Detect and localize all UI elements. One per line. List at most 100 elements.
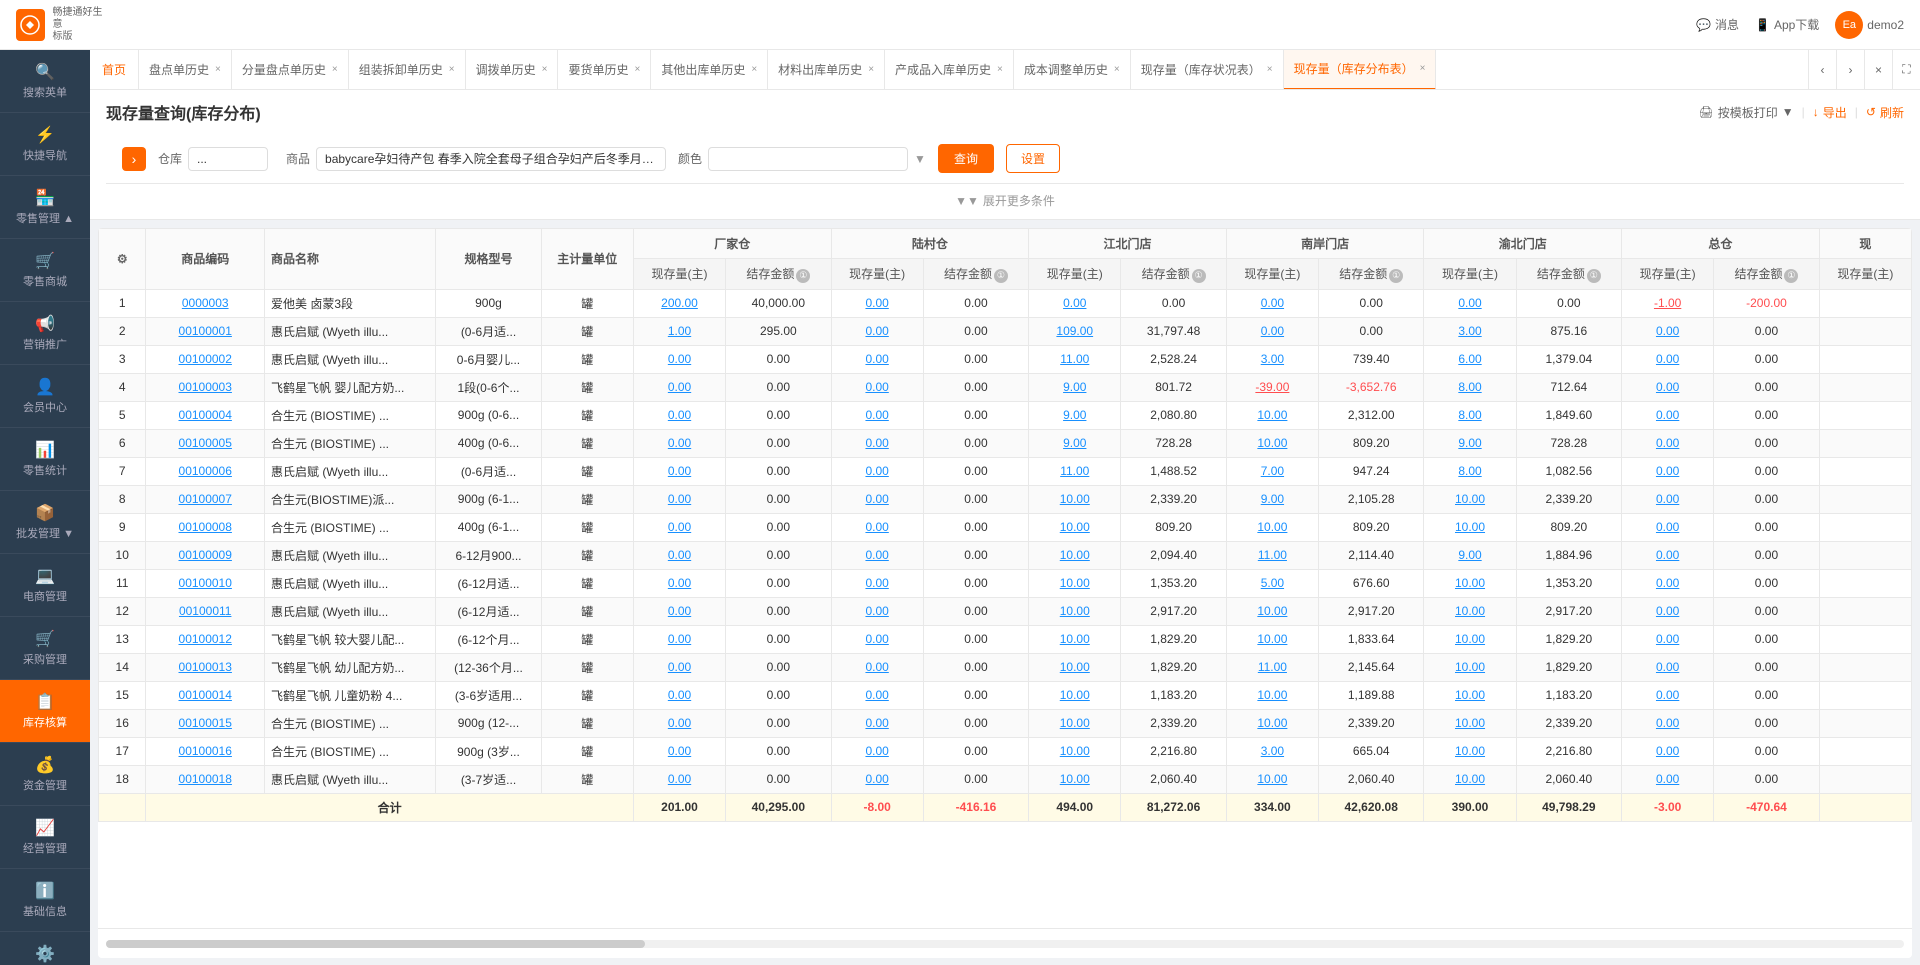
cell-zc-qty[interactable]: 0.00 <box>1622 485 1714 513</box>
tab-close-icon[interactable]: × <box>542 64 548 75</box>
cell-code[interactable]: 00100018 <box>146 765 265 793</box>
cell-yb-qty[interactable]: 9.00 <box>1424 429 1516 457</box>
color-dropdown-icon[interactable]: ▼ <box>914 152 926 166</box>
cell-na-qty[interactable]: 10.00 <box>1226 765 1318 793</box>
cell-lc-qty[interactable]: 0.00 <box>831 597 923 625</box>
cell-na-qty[interactable]: 3.00 <box>1226 345 1318 373</box>
cell-jb-qty[interactable]: 10.00 <box>1029 485 1121 513</box>
cell-fj-qty[interactable]: 1.00 <box>633 317 725 345</box>
cell-yb-qty[interactable]: 10.00 <box>1424 625 1516 653</box>
cell-yb-qty[interactable]: 9.00 <box>1424 541 1516 569</box>
tab-partial-count[interactable]: 分量盘点单历史 × <box>232 50 349 90</box>
cell-jb-qty[interactable]: 9.00 <box>1029 401 1121 429</box>
messages-btn[interactable]: 💬 消息 <box>1696 16 1739 33</box>
cell-jb-qty[interactable]: 10.00 <box>1029 681 1121 709</box>
cell-code[interactable]: 00100003 <box>146 373 265 401</box>
cell-lc-qty[interactable]: 0.00 <box>831 709 923 737</box>
cell-yb-qty[interactable]: 8.00 <box>1424 401 1516 429</box>
warehouse-input[interactable] <box>188 147 268 171</box>
cell-lc-qty[interactable]: 0.00 <box>831 317 923 345</box>
cell-lc-qty[interactable]: 0.00 <box>831 401 923 429</box>
sidebar-item-inventory[interactable]: 📋 库存核算 <box>0 680 90 743</box>
cell-na-qty[interactable]: 7.00 <box>1226 457 1318 485</box>
cell-yb-qty[interactable]: 10.00 <box>1424 681 1516 709</box>
tab-maximize-btn[interactable]: ⛶ <box>1892 50 1920 90</box>
cell-zc-qty[interactable]: 0.00 <box>1622 457 1714 485</box>
cell-jb-qty[interactable]: 11.00 <box>1029 457 1121 485</box>
cell-jb-qty[interactable]: 9.00 <box>1029 429 1121 457</box>
cell-zc-qty[interactable]: 0.00 <box>1622 345 1714 373</box>
tab-close-icon[interactable]: × <box>332 64 338 75</box>
cell-jb-qty[interactable]: 10.00 <box>1029 597 1121 625</box>
cell-fj-qty[interactable]: 0.00 <box>633 485 725 513</box>
tab-close-icon[interactable]: × <box>449 64 455 75</box>
cell-zc-qty[interactable]: 0.00 <box>1622 625 1714 653</box>
cell-zc-qty[interactable]: 0.00 <box>1622 681 1714 709</box>
cell-jb-qty[interactable]: 10.00 <box>1029 737 1121 765</box>
cell-yb-qty[interactable]: 8.00 <box>1424 457 1516 485</box>
cell-na-qty[interactable]: 3.00 <box>1226 737 1318 765</box>
cell-code[interactable]: 00100011 <box>146 597 265 625</box>
tab-close-all-btn[interactable]: × <box>1864 50 1892 90</box>
tab-transfer[interactable]: 调拨单历史 × <box>466 50 559 90</box>
cell-yb-qty[interactable]: 6.00 <box>1424 345 1516 373</box>
cell-na-qty[interactable]: 0.00 <box>1226 317 1318 345</box>
cell-zc-qty[interactable]: -1.00 <box>1622 289 1714 317</box>
cell-zc-qty[interactable]: 0.00 <box>1622 569 1714 597</box>
settings-icon[interactable]: ⚙ <box>112 249 132 269</box>
cell-yb-qty[interactable]: 8.00 <box>1424 373 1516 401</box>
cell-yb-qty[interactable]: 10.00 <box>1424 513 1516 541</box>
cell-na-qty[interactable]: 11.00 <box>1226 653 1318 681</box>
cell-fj-qty[interactable]: 0.00 <box>633 429 725 457</box>
cell-fj-qty[interactable]: 0.00 <box>633 625 725 653</box>
export-btn[interactable]: ↓ 导出 <box>1813 104 1847 121</box>
cell-jb-qty[interactable]: 11.00 <box>1029 345 1121 373</box>
cell-na-qty[interactable]: 11.00 <box>1226 541 1318 569</box>
cell-na-qty[interactable]: 10.00 <box>1226 681 1318 709</box>
cell-na-qty[interactable]: 5.00 <box>1226 569 1318 597</box>
cell-lc-qty[interactable]: 0.00 <box>831 289 923 317</box>
cell-code[interactable]: 00100013 <box>146 653 265 681</box>
cell-lc-qty[interactable]: 0.00 <box>831 345 923 373</box>
sidebar-item-purchase[interactable]: 🛒 采购管理 <box>0 617 90 680</box>
sidebar-item-search[interactable]: 🔍 搜索英单 <box>0 50 90 113</box>
cell-code[interactable]: 00100010 <box>146 569 265 597</box>
horizontal-scrollbar[interactable] <box>106 940 1904 948</box>
tab-close-icon[interactable]: × <box>868 64 874 75</box>
sidebar-item-operations[interactable]: 📈 经营管理 <box>0 806 90 869</box>
cell-yb-qty[interactable]: 10.00 <box>1424 485 1516 513</box>
lc-amt-info[interactable]: ① <box>994 269 1008 283</box>
cell-na-qty[interactable]: -39.00 <box>1226 373 1318 401</box>
tab-stock-status[interactable]: 现存量（库存状况表） × <box>1131 50 1284 90</box>
sidebar-item-basic[interactable]: ℹ️ 基础信息 <box>0 869 90 932</box>
cell-lc-qty[interactable]: 0.00 <box>831 541 923 569</box>
setting-btn[interactable]: 设置 <box>1006 144 1060 173</box>
cell-na-qty[interactable]: 10.00 <box>1226 597 1318 625</box>
cell-fj-qty[interactable]: 200.00 <box>633 289 725 317</box>
tab-close-icon[interactable]: × <box>1267 64 1273 75</box>
cell-lc-qty[interactable]: 0.00 <box>831 653 923 681</box>
cell-fj-qty[interactable]: 0.00 <box>633 345 725 373</box>
yb-amt-info[interactable]: ① <box>1587 269 1601 283</box>
jb-amt-info[interactable]: ① <box>1192 269 1206 283</box>
cell-lc-qty[interactable]: 0.00 <box>831 429 923 457</box>
tab-close-icon[interactable]: × <box>1114 64 1120 75</box>
cell-jb-qty[interactable]: 109.00 <box>1029 317 1121 345</box>
tab-close-icon[interactable]: × <box>215 64 221 75</box>
tab-inventory-count[interactable]: 盘点单历史 × <box>139 50 232 90</box>
tab-close-icon[interactable]: × <box>751 64 757 75</box>
cell-lc-qty[interactable]: 0.00 <box>831 485 923 513</box>
th-settings[interactable]: ⚙ <box>99 229 146 290</box>
cell-jb-qty[interactable]: 10.00 <box>1029 653 1121 681</box>
cell-fj-qty[interactable]: 0.00 <box>633 765 725 793</box>
cell-lc-qty[interactable]: 0.00 <box>831 513 923 541</box>
cell-lc-qty[interactable]: 0.00 <box>831 737 923 765</box>
tab-prev-btn[interactable]: ‹ <box>1808 50 1836 90</box>
cell-fj-qty[interactable]: 0.00 <box>633 541 725 569</box>
cell-yb-qty[interactable]: 10.00 <box>1424 569 1516 597</box>
cell-jb-qty[interactable]: 10.00 <box>1029 625 1121 653</box>
print-btn[interactable]: 🖨 按模板打印 ▼ <box>1699 104 1794 121</box>
sidebar-item-finance[interactable]: 💰 资金管理 <box>0 743 90 806</box>
cell-lc-qty[interactable]: 0.00 <box>831 569 923 597</box>
cell-lc-qty[interactable]: 0.00 <box>831 457 923 485</box>
